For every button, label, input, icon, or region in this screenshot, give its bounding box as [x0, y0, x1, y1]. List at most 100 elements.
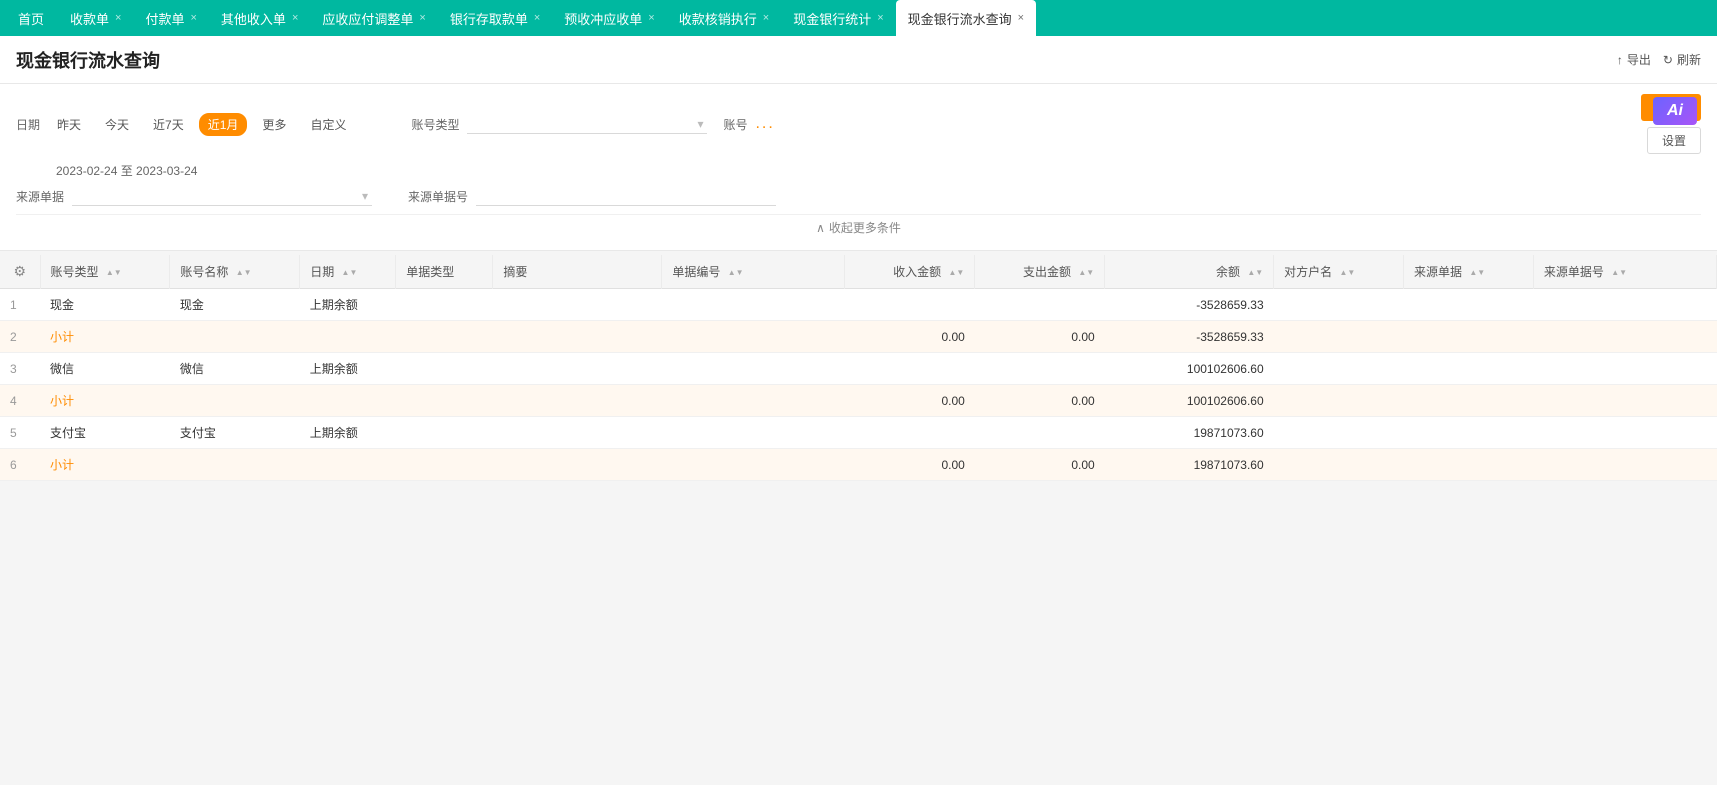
date-btn-custom[interactable]: 自定义: [301, 113, 355, 136]
table-body: 1 现金 现金 上期余额 -3528659.33 2 小计 0.00 0.00 …: [0, 289, 1717, 481]
col-counterparty[interactable]: 对方户名 ▲▼: [1274, 255, 1404, 289]
col-gear[interactable]: ⚙: [0, 255, 40, 289]
row-number: 4: [0, 385, 40, 417]
account-type-select[interactable]: ▾: [467, 115, 707, 134]
export-button[interactable]: ↑ 导出: [1617, 51, 1651, 68]
col-source-doc[interactable]: 来源单据 ▲▼: [1404, 255, 1534, 289]
cell-expense: 0.00: [975, 321, 1105, 353]
account-dots-button[interactable]: ...: [755, 115, 774, 133]
date-btn-more[interactable]: 更多: [253, 113, 295, 136]
nav-tab-预收冲应收单[interactable]: 预收冲应收单 ×: [552, 0, 666, 36]
col-summary[interactable]: 摘要: [493, 255, 662, 289]
cell-counterparty: [1274, 353, 1404, 385]
col-source-doc-num[interactable]: 来源单据号 ▲▼: [1533, 255, 1716, 289]
table-row[interactable]: 6 小计 0.00 0.00 19871073.60: [0, 449, 1717, 481]
date-btn-today[interactable]: 今天: [96, 113, 138, 136]
table-row[interactable]: 4 小计 0.00 0.00 100102606.60: [0, 385, 1717, 417]
close-icon[interactable]: ×: [534, 12, 540, 24]
cell-account-name: 支付宝: [170, 417, 300, 449]
cell-account-type: 支付宝: [40, 417, 170, 449]
close-icon[interactable]: ×: [292, 12, 298, 24]
col-account-type[interactable]: 账号类型 ▲▼: [40, 255, 170, 289]
cell-doc-number: [662, 353, 845, 385]
gear-icon: ⚙: [13, 263, 26, 279]
col-expense[interactable]: 支出金额 ▲▼: [975, 255, 1105, 289]
col-income[interactable]: 收入金额 ▲▼: [845, 255, 975, 289]
row-number: 5: [0, 417, 40, 449]
collapse-button[interactable]: ∧ 收起更多条件: [16, 214, 1701, 240]
cell-source-doc: [1404, 321, 1534, 353]
nav-tab-应收应付调整单[interactable]: 应收应付调整单 ×: [310, 0, 437, 36]
date-options: 昨天 今天 近7天 近1月 更多 自定义: [48, 113, 355, 136]
col-date[interactable]: 日期 ▲▼: [300, 255, 396, 289]
nav-tab-其他收入单[interactable]: 其他收入单 ×: [209, 0, 310, 36]
col-expense-label: 支出金额: [1023, 265, 1071, 279]
top-navigation: 首页 收款单 × 付款单 × 其他收入单 × 应收应付调整单 × 银行存取款单 …: [0, 0, 1717, 36]
close-icon[interactable]: ×: [763, 12, 769, 24]
cell-source-doc-num: [1533, 449, 1716, 481]
col-doc-type[interactable]: 单据类型: [396, 255, 493, 289]
nav-tab-收款核销执行[interactable]: 收款核销执行 ×: [667, 0, 781, 36]
nav-tab-收款单[interactable]: 收款单 ×: [58, 0, 133, 36]
chevron-down-icon: ▾: [697, 117, 703, 131]
cell-account-type: 小计: [40, 449, 170, 481]
date-btn-7days[interactable]: 近7天: [144, 113, 193, 136]
close-icon[interactable]: ×: [190, 12, 196, 24]
page-title: 现金银行流水查询: [16, 47, 160, 73]
ai-assistant-button[interactable]: Ai: [1653, 97, 1697, 125]
close-icon[interactable]: ×: [1018, 12, 1024, 24]
col-account-name[interactable]: 账号名称 ▲▼: [170, 255, 300, 289]
col-summary-label: 摘要: [503, 265, 527, 279]
date-filter-group: 日期 昨天 今天 近7天 近1月 更多 自定义: [16, 113, 355, 136]
table-row[interactable]: 2 小计 0.00 0.00 -3528659.33: [0, 321, 1717, 353]
cell-expense: [975, 353, 1105, 385]
table-row[interactable]: 1 现金 现金 上期余额 -3528659.33: [0, 289, 1717, 321]
col-balance-label: 余额: [1216, 265, 1240, 279]
settings-button[interactable]: 设置: [1647, 127, 1701, 154]
filter-area: 日期 昨天 今天 近7天 近1月 更多 自定义 账号类型 ▾: [0, 84, 1717, 251]
cell-summary: [493, 449, 662, 481]
close-icon[interactable]: ×: [115, 12, 121, 24]
cell-income: [845, 289, 975, 321]
close-icon[interactable]: ×: [419, 12, 425, 24]
cell-summary: [493, 417, 662, 449]
cell-account-name: 现金: [170, 289, 300, 321]
cell-counterparty: [1274, 321, 1404, 353]
source-doc-num-input[interactable]: [476, 187, 776, 206]
row-number: 1: [0, 289, 40, 321]
cell-doc-type: [396, 385, 493, 417]
row-number: 6: [0, 449, 40, 481]
date-btn-yesterday[interactable]: 昨天: [48, 113, 90, 136]
table-header-row: ⚙ 账号类型 ▲▼ 账号名称 ▲▼ 日期 ▲▼ 单据类型 摘: [0, 255, 1717, 289]
sort-icon: ▲▼: [1340, 269, 1356, 277]
close-icon[interactable]: ×: [877, 12, 883, 24]
cell-source-doc: [1404, 353, 1534, 385]
source-doc-select[interactable]: ▾: [72, 187, 372, 206]
cell-balance: -3528659.33: [1105, 321, 1274, 353]
cell-expense: 0.00: [975, 449, 1105, 481]
col-doc-type-label: 单据类型: [406, 265, 454, 279]
sort-icon: ▲▼: [342, 269, 358, 277]
source-doc-num-label: 来源单据号: [408, 188, 468, 205]
close-icon[interactable]: ×: [648, 12, 654, 24]
collapse-label: 收起更多条件: [829, 219, 901, 236]
col-balance[interactable]: 余额 ▲▼: [1105, 255, 1274, 289]
cell-counterparty: [1274, 449, 1404, 481]
cell-account-type: 小计: [40, 385, 170, 417]
table-row[interactable]: 3 微信 微信 上期余额 100102606.60: [0, 353, 1717, 385]
nav-tab-银行存取款单[interactable]: 银行存取款单 ×: [438, 0, 552, 36]
export-icon: ↑: [1617, 53, 1623, 67]
nav-tab-现金银行统计[interactable]: 现金银行统计 ×: [781, 0, 895, 36]
cell-summary: [493, 321, 662, 353]
nav-tab-付款单[interactable]: 付款单 ×: [133, 0, 208, 36]
cell-balance: 100102606.60: [1105, 385, 1274, 417]
nav-tab-现金银行流水查询[interactable]: 现金银行流水查询 ×: [896, 0, 1036, 36]
col-doc-number[interactable]: 单据编号 ▲▼: [662, 255, 845, 289]
table-row[interactable]: 5 支付宝 支付宝 上期余额 19871073.60: [0, 417, 1717, 449]
nav-home[interactable]: 首页: [4, 9, 58, 28]
cell-source-doc-num: [1533, 417, 1716, 449]
cell-source-doc-num: [1533, 385, 1716, 417]
date-btn-1month[interactable]: 近1月: [199, 113, 248, 136]
account-filter-group: 账号 ...: [723, 115, 774, 133]
refresh-button[interactable]: ↻ 刷新: [1663, 51, 1701, 68]
